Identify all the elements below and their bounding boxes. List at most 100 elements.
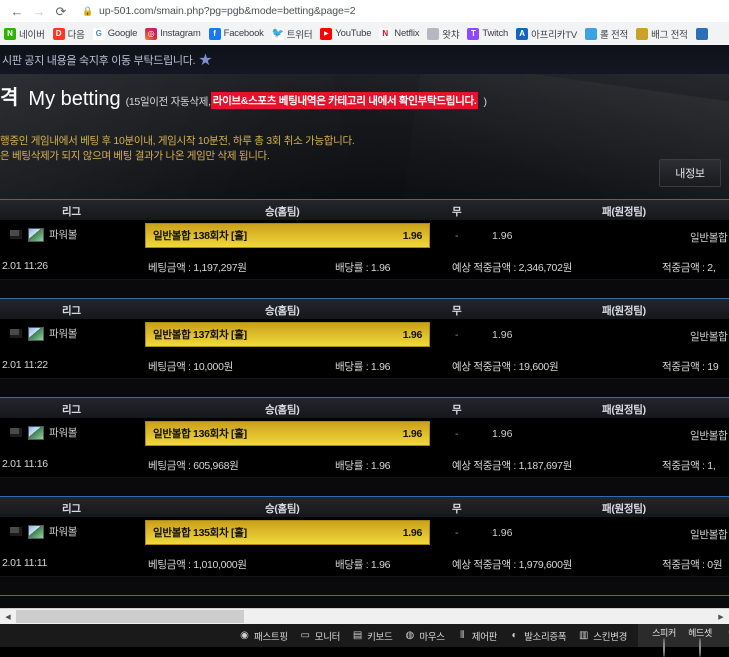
bet-odds: 배당률 : 1.96 <box>335 361 391 373</box>
page-title-note: (15일이전 자동삭제, <box>125 95 211 108</box>
taskbar-item-mouse[interactable]: ◍ 마우스 <box>403 629 446 643</box>
naver-icon: N <box>4 27 16 40</box>
sport-icon <box>28 524 44 539</box>
sport-icon <box>28 227 44 242</box>
header-lose: 패(원정팀) <box>602 206 646 218</box>
table-row[interactable]: 파워볼 일반볼합 135회차 [홀] 1.96 - 1.96 일반볼합 13 <box>0 517 729 549</box>
taskbar-item-label: 패스트핑 <box>254 631 288 643</box>
team-name: 파워볼 <box>49 427 78 439</box>
device-option-speaker[interactable]: 스피커 <box>646 626 682 657</box>
header-win: 승(홈팀) <box>265 503 300 515</box>
page-title-highlight: 라이브&스포츠 베팅내역은 카테고리 내에서 확인부탁드립니다. <box>210 92 479 109</box>
bookmark-label: Twitch <box>482 28 509 39</box>
horizontal-scrollbar[interactable]: ◀ ▶ <box>0 608 729 624</box>
selected-pick[interactable]: 일반볼합 137회차 [홀] 1.96 <box>145 322 430 347</box>
table-header-row: 리그 승(홈팀) 무 패(원정팀) <box>0 298 729 319</box>
lose-label: 일반볼합 13 <box>690 331 729 343</box>
bookmark-netflix[interactable]: N Netflix <box>379 27 420 40</box>
watcha-icon <box>427 27 440 40</box>
bookmark-daum[interactable]: D 다음 <box>52 27 85 41</box>
pick-label: 일반볼합 135회차 [홀] <box>153 527 247 539</box>
scrollbar-thumb[interactable] <box>16 610 244 623</box>
bookmark-label: 왓챠 <box>442 29 460 41</box>
bet-block: 리그 승(홈팀) 무 패(원정팀) 파워볼 일반볼합 138회차 [홀] 1.9… <box>0 199 729 280</box>
scroll-right-arrow-icon[interactable]: ▶ <box>713 609 729 624</box>
bookmark-extra[interactable] <box>695 27 711 40</box>
pick-label: 일반볼합 136회차 [홀] <box>153 428 247 440</box>
bookmark-lol-stats[interactable]: 롤 전적 <box>585 27 628 41</box>
url-text: up-501.com/smain.php?pg=pgb&mode=betting… <box>99 5 356 17</box>
sport-icon <box>28 326 44 341</box>
scroll-left-arrow-icon[interactable]: ◀ <box>0 609 16 624</box>
bookmark-pubg-stats[interactable]: 배그 전적 <box>636 27 688 41</box>
table-row[interactable]: 파워볼 일반볼합 138회차 [홀] 1.96 - 1.96 일반볼합 13 <box>0 220 729 252</box>
page-title-en: My betting <box>28 88 121 110</box>
bet-odds: 배당률 : 1.96 <box>335 559 391 571</box>
instagram-icon: ◎ <box>145 27 158 40</box>
bookmark-twitter[interactable]: 🐦 트위터 <box>272 27 313 41</box>
bet-odds: 배당률 : 1.96 <box>335 262 391 274</box>
forward-button[interactable]: → <box>28 0 50 22</box>
my-info-label: 내정보 <box>675 168 705 180</box>
taskbar-item-monitor[interactable]: ▭ 모니터 <box>299 629 341 643</box>
table-header-row: 리그 승(홈팀) 무 패(원정팀) <box>0 397 729 418</box>
bookmark-google[interactable]: G Google <box>92 27 137 40</box>
bookmark-label: Netflix <box>394 28 420 39</box>
block-divider <box>0 383 729 397</box>
bookmark-label: Instagram <box>160 28 201 39</box>
reload-button[interactable]: ⟳ <box>50 0 72 22</box>
bookmark-label: YouTube <box>335 28 372 39</box>
radio-icon[interactable] <box>699 638 702 657</box>
device-option-headset[interactable]: 헤드셋 <box>682 626 718 657</box>
bet-expected-payout: 예상 적중금액 : 1,979,600원 <box>452 559 573 571</box>
draw-odds: 1.96 <box>492 428 513 440</box>
notice-strip: 시판 공지 내용을 숙지후 이동 부탁드립니다. ★ <box>0 45 729 74</box>
table-row[interactable]: 파워볼 일반볼합 137회차 [홀] 1.96 - 1.96 일반볼합 13 <box>0 319 729 351</box>
header-draw: 무 <box>452 206 462 218</box>
radio-icon[interactable] <box>663 638 666 657</box>
address-bar[interactable]: 🔒 up-501.com/smain.php?pg=pgb&mode=betti… <box>78 2 723 20</box>
selected-pick[interactable]: 일반볼합 138회차 [홀] 1.96 <box>145 223 430 248</box>
taskbar-item-control-panel[interactable]: ⦀ 제어판 <box>456 629 497 643</box>
taskbar-item-label: 제어판 <box>471 631 498 643</box>
header-win: 승(홈팀) <box>265 206 300 218</box>
bookmark-watcha[interactable]: 왓챠 <box>427 27 460 41</box>
bet-amount: 베팅금액 : 1,197,297원 <box>148 262 247 274</box>
bookmark-instagram[interactable]: ◎ Instagram <box>145 27 201 40</box>
table-header-row: 리그 승(홈팀) 무 패(원정팀) <box>0 496 729 517</box>
bookmark-afreecatv[interactable]: A 아프리카TV <box>516 27 577 41</box>
bet-date: 2.01 11:22 <box>2 359 48 371</box>
team-name: 파워볼 <box>49 526 78 538</box>
league-cell: 파워볼 <box>10 524 77 539</box>
bookmark-label: 롤 전적 <box>600 29 629 41</box>
taskbar-item-keyboard[interactable]: ▤ 키보드 <box>351 629 393 643</box>
header-lose: 패(원정팀) <box>602 503 646 515</box>
taskbar-item-footstep-amp[interactable]: ◐ 발소리증폭 <box>508 629 567 643</box>
monitor-icon: ▭ <box>300 629 310 641</box>
bookmark-facebook[interactable]: f Facebook <box>208 27 264 40</box>
selected-pick[interactable]: 일반볼합 135회차 [홀] 1.96 <box>145 520 430 545</box>
selected-pick[interactable]: 일반볼합 136회차 [홀] 1.96 <box>145 421 430 446</box>
taskbar-item-fastping[interactable]: ◉ 패스트핑 <box>238 629 288 643</box>
globe-icon: ◉ <box>240 629 249 641</box>
bookmark-twitch[interactable]: T Twitch <box>467 27 509 40</box>
hero-banner: 격 My betting (15일이전 자동삭제, 라이브&스포츠 베팅내역은 … <box>0 74 729 199</box>
afreecatv-icon: A <box>516 27 529 40</box>
back-button[interactable]: ← <box>6 0 28 22</box>
bookmark-naver[interactable]: N 네이버 <box>4 27 45 41</box>
device-option-earphone[interactable]: 이어 <box>718 626 729 657</box>
my-info-button[interactable]: 내정보 <box>659 159 721 187</box>
bookmark-youtube[interactable]: ▶ YouTube <box>320 27 372 40</box>
bet-block: 리그 승(홈팀) 무 패(원정팀) 파워볼 일반볼합 137회차 [홀] 1.9… <box>0 298 729 379</box>
pick-label: 일반볼합 137회차 [홀] <box>153 329 247 341</box>
header-draw: 무 <box>452 305 462 317</box>
taskbar-item-skin-change[interactable]: ▥ 스킨변경 <box>577 629 627 643</box>
twitch-icon: T <box>467 27 480 40</box>
google-icon: G <box>92 27 105 40</box>
bookmark-label: 배그 전적 <box>651 29 688 41</box>
taskbar-item-label: 모니터 <box>314 631 341 643</box>
table-row[interactable]: 파워볼 일반볼합 136회차 [홀] 1.96 - 1.96 일반볼합 13 <box>0 418 729 450</box>
browser-toolbar: ← → ⟳ 🔒 up-501.com/smain.php?pg=pgb&mode… <box>0 0 729 22</box>
daum-icon: D <box>52 27 65 40</box>
header-league: 리그 <box>62 206 81 218</box>
